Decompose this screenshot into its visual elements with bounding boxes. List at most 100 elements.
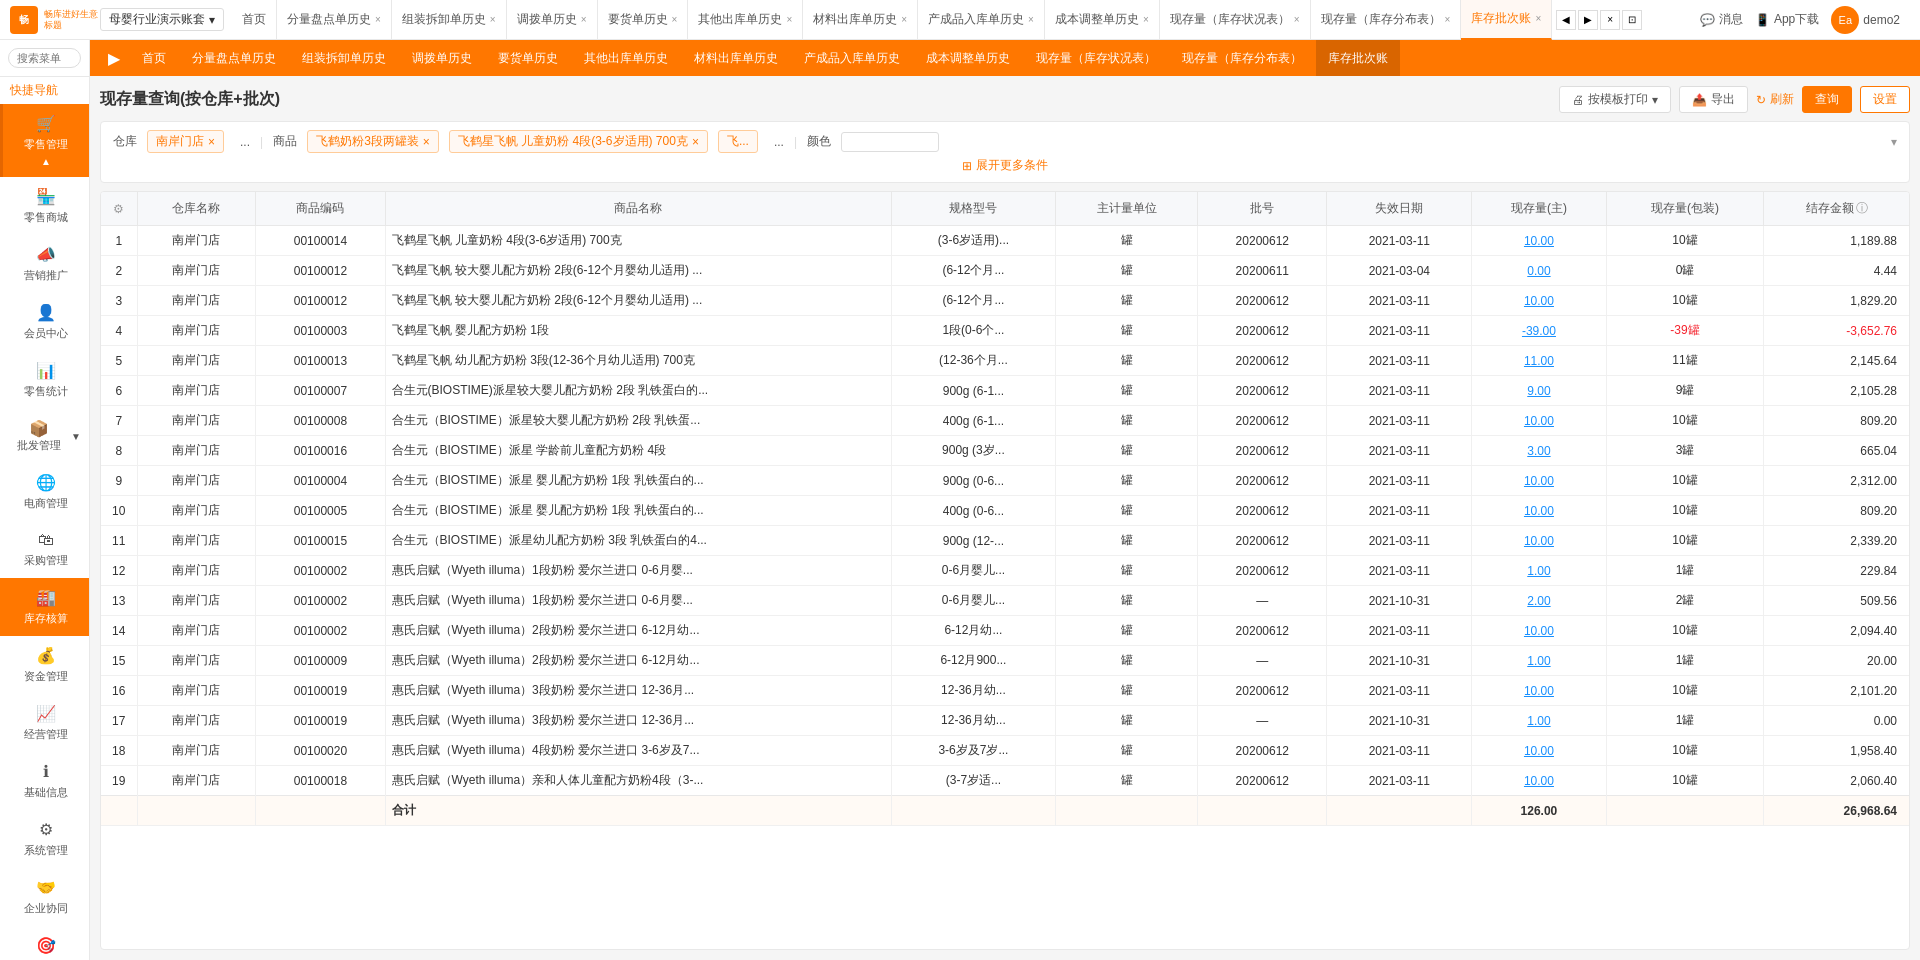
sidebar-item-retail-shop[interactable]: 🏪 零售商城 [0, 177, 89, 235]
product-more-btn[interactable]: ... [774, 135, 784, 149]
finance-icon: 💰 [36, 646, 56, 665]
cell-qty-main[interactable]: 10.00 [1472, 616, 1606, 646]
sidebar-item-member[interactable]: 👤 会员中心 [0, 293, 89, 351]
tab-diaobo[interactable]: 调拨单历史 × [507, 0, 598, 40]
cell-qty-main[interactable]: 1.00 [1472, 646, 1606, 676]
tab-home[interactable]: 首页 [232, 0, 277, 40]
cell-qty-main[interactable]: 3.00 [1472, 436, 1606, 466]
tab-yaohuo[interactable]: 要货单历史 × [598, 0, 689, 40]
sidebar-item-guide[interactable]: 🎯 新手引导 [0, 926, 89, 960]
cell-qty-main[interactable]: 10.00 [1472, 526, 1606, 556]
warehouse-tag-close[interactable]: × [208, 135, 215, 149]
cell-qty-main[interactable]: -39.00 [1472, 316, 1606, 346]
tab-qita[interactable]: 其他出库单历史 × [688, 0, 803, 40]
cell-qty-main[interactable]: 0.00 [1472, 256, 1606, 286]
th-settings[interactable]: ⚙ [101, 192, 137, 226]
sidebar-item-finance[interactable]: 💰 资金管理 [0, 636, 89, 694]
color-input[interactable] [850, 135, 930, 149]
sidebar-item-purchase[interactable]: 🛍 采购管理 [0, 521, 89, 578]
tab-prev-btn[interactable]: ◀ [1556, 10, 1576, 30]
tab-zuchai[interactable]: 组装拆卸单历史 × [392, 0, 507, 40]
warehouse-filter-tag[interactable]: 南岸门店 × [147, 130, 224, 153]
cell-expire: 2021-03-11 [1327, 496, 1472, 526]
tab-chanpin[interactable]: 产成品入库单历史 × [918, 0, 1045, 40]
nav-zuchai[interactable]: 组装拆卸单历史 [290, 40, 398, 76]
sidebar-item-warehouse[interactable]: 🏭 库存核算 [0, 578, 89, 636]
industry-selector[interactable]: 母婴行业演示账套 ▾ [100, 8, 224, 31]
cell-no: 6 [101, 376, 137, 406]
product-filter-tag-3[interactable]: 飞... [718, 130, 758, 153]
tab-kucun2[interactable]: 现存量（库存分布表） × [1311, 0, 1462, 40]
cell-unit: 罐 [1056, 346, 1198, 376]
cell-qty-main[interactable]: 10.00 [1472, 766, 1606, 796]
warehouse-more-btn[interactable]: ... [240, 135, 250, 149]
nav-chanpin[interactable]: 产成品入库单历史 [792, 40, 912, 76]
cell-qty-main[interactable]: 1.00 [1472, 556, 1606, 586]
message-btn[interactable]: 💬 消息 [1700, 11, 1743, 28]
sidebar-item-system[interactable]: ⚙ 系统管理 [0, 810, 89, 868]
cell-unit: 罐 [1056, 616, 1198, 646]
cell-qty-main[interactable]: 10.00 [1472, 406, 1606, 436]
nav-kucun3[interactable]: 库存批次账 [1316, 40, 1400, 76]
nav-diaobo[interactable]: 调拨单历史 [400, 40, 484, 76]
nav-kucun1[interactable]: 现存量（库存状况表） [1024, 40, 1168, 76]
cell-spec: 12-36月幼... [891, 706, 1055, 736]
product-filter-tag-1[interactable]: 飞鹤奶粉3段两罐装 × [307, 130, 439, 153]
settings-btn[interactable]: 设置 [1860, 86, 1910, 113]
user-avatar-btn[interactable]: Ea demo2 [1831, 6, 1900, 34]
tab-chengben[interactable]: 成本调整单历史 × [1045, 0, 1160, 40]
template-print-btn[interactable]: 🖨 按模板打印 ▾ [1559, 86, 1671, 113]
tab-maximize-btn[interactable]: ⊡ [1622, 10, 1642, 30]
nav-cailiao[interactable]: 材料出库单历史 [682, 40, 790, 76]
cell-qty-main[interactable]: 9.00 [1472, 376, 1606, 406]
cell-qty-main[interactable]: 2.00 [1472, 586, 1606, 616]
tab-cailiao[interactable]: 材料出库单历史 × [803, 0, 918, 40]
amount-info-icon[interactable]: ⓘ [1856, 201, 1868, 215]
nav-kucun2[interactable]: 现存量（库存分布表） [1170, 40, 1314, 76]
expand-more-btn[interactable]: ⊞ 展开更多条件 [113, 157, 1897, 174]
tab-fenpan[interactable]: 分量盘点单历史 × [277, 0, 392, 40]
sidebar-item-basic[interactable]: ℹ 基础信息 [0, 752, 89, 810]
nav-fenpan[interactable]: 分量盘点单历史 [180, 40, 288, 76]
cell-qty-main[interactable]: 10.00 [1472, 226, 1606, 256]
product-filter-tag-2[interactable]: 飞鹤星飞帆 儿童奶粉 4段(3-6岁适用) 700克 × [449, 130, 708, 153]
tab-close-all-btn[interactable]: × [1600, 10, 1620, 30]
sidebar-item-corp[interactable]: 🤝 企业协同 [0, 868, 89, 926]
query-btn[interactable]: 查询 [1802, 86, 1852, 113]
cell-qty-main[interactable]: 10.00 [1472, 466, 1606, 496]
cell-qty-main[interactable]: 11.00 [1472, 346, 1606, 376]
sidebar-item-retail-stats[interactable]: 📊 零售统计 [0, 351, 89, 409]
quick-nav-link[interactable]: 快捷导航 [0, 77, 89, 104]
nav-home[interactable]: 首页 [130, 40, 178, 76]
cell-qty-main[interactable]: 10.00 [1472, 676, 1606, 706]
tab-kucun1[interactable]: 现存量（库存状况表） × [1160, 0, 1311, 40]
cell-qty-main[interactable]: 10.00 [1472, 286, 1606, 316]
sidebar-item-marketing[interactable]: 📣 营销推广 [0, 235, 89, 293]
product-tag1-close[interactable]: × [423, 135, 430, 149]
sidebar-item-batch-mgmt[interactable]: 📦 批发管理 ▼ [0, 409, 89, 463]
nav-yaohuo[interactable]: 要货单历史 [486, 40, 570, 76]
column-settings-icon[interactable]: ⚙ [113, 202, 124, 216]
sidebar-item-ecommerce[interactable]: 🌐 电商管理 [0, 463, 89, 521]
cell-qty-main[interactable]: 10.00 [1472, 736, 1606, 766]
cell-expire: 2021-03-11 [1327, 616, 1472, 646]
color-dropdown-arrow[interactable]: ▾ [1891, 135, 1897, 149]
sidebar-item-operations[interactable]: 📈 经营管理 [0, 694, 89, 752]
cell-code: 00100019 [256, 706, 385, 736]
export-btn[interactable]: 📤 导出 [1679, 86, 1748, 113]
refresh-btn[interactable]: ↻ 刷新 [1756, 91, 1794, 108]
tab-next-btn[interactable]: ▶ [1578, 10, 1598, 30]
cell-qty-main[interactable]: 1.00 [1472, 706, 1606, 736]
tab-kucun3[interactable]: 库存批次账 × [1461, 0, 1552, 40]
nav-qita[interactable]: 其他出库单历史 [572, 40, 680, 76]
cell-batch: 20200612 [1198, 376, 1327, 406]
nav-chengben[interactable]: 成本调整单历史 [914, 40, 1022, 76]
cell-code: 00100019 [256, 676, 385, 706]
sidebar-item-retail-mgmt[interactable]: 🛒 零售管理 ▲ [0, 104, 89, 177]
th-unit: 主计量单位 [1056, 192, 1198, 226]
nav-btn-expand[interactable]: ▶ [100, 40, 128, 76]
app-download-btn[interactable]: 📱 App下载 [1755, 11, 1819, 28]
search-input[interactable] [8, 48, 81, 68]
product-tag2-close[interactable]: × [692, 135, 699, 149]
cell-qty-main[interactable]: 10.00 [1472, 496, 1606, 526]
